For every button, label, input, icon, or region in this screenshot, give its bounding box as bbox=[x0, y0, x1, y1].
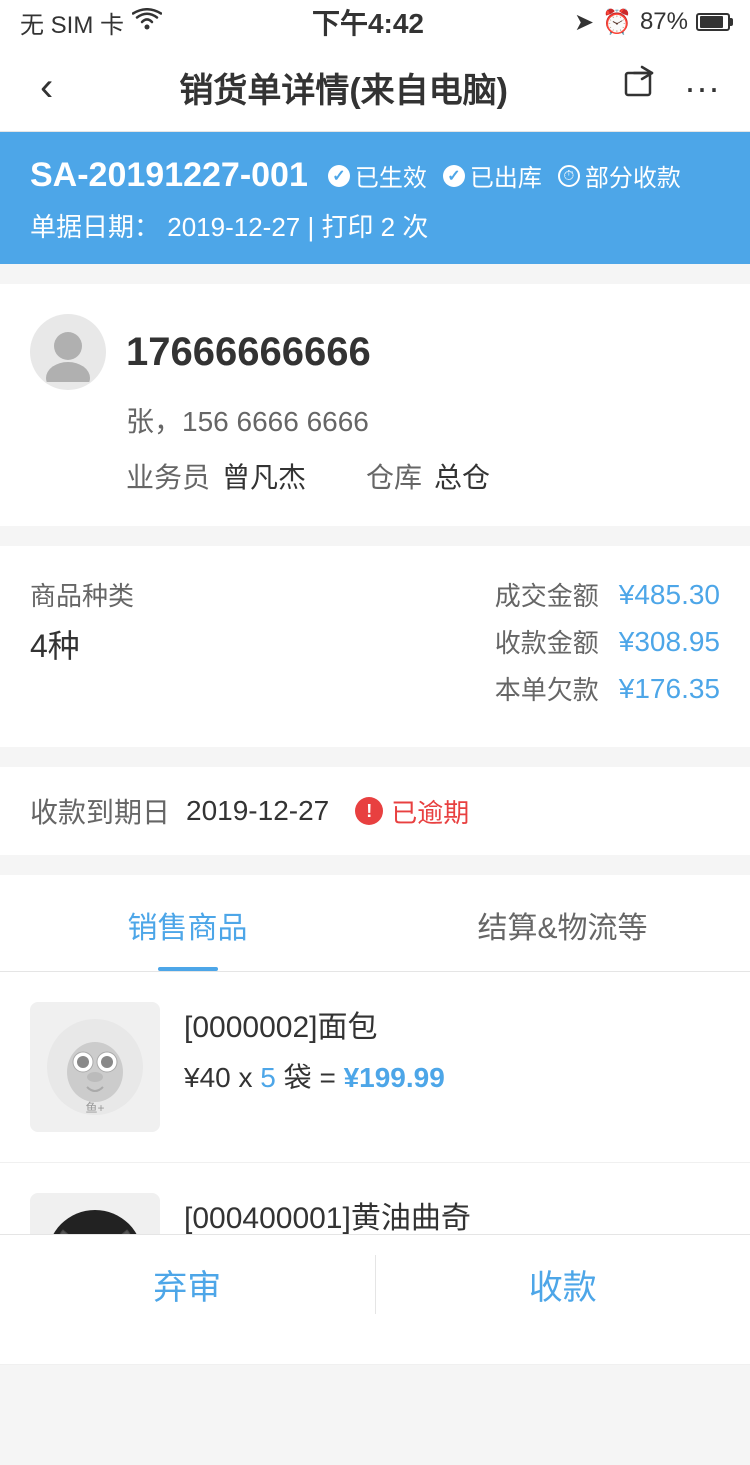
confirm-button[interactable]: 收款 bbox=[376, 1235, 750, 1334]
banner-row1: SA-20191227-001 ✓ 已生效 ✓ 已出库 ⏱ 部分收款 bbox=[30, 156, 720, 195]
collection-label: 收款金额 bbox=[495, 623, 599, 660]
table-row: 鱼+ [0000002]面包 ¥40 x 5 袋 = ¥199.99 bbox=[0, 972, 750, 1163]
due-date: 2019-12-27 bbox=[186, 795, 329, 827]
warehouse-label: 仓库 bbox=[366, 456, 422, 496]
tab-settlement-logistics[interactable]: 结算&物流等 bbox=[375, 875, 750, 971]
customer-id: 17666666666 bbox=[126, 330, 371, 375]
product-info-1: [0000002]面包 ¥40 x 5 袋 = ¥199.99 bbox=[184, 1002, 720, 1096]
customer-name: 张，156 6666 6666 bbox=[126, 400, 720, 440]
customer-row1: 17666666666 bbox=[30, 314, 720, 390]
check-icon-shipped: ✓ bbox=[443, 165, 465, 187]
order-date: 2019-12-27 bbox=[167, 212, 300, 242]
product-qty-1: 5 bbox=[260, 1062, 276, 1093]
product-total-1: ¥199.99 bbox=[344, 1062, 445, 1093]
clock-icon: ⏱ bbox=[558, 165, 580, 187]
status-left: 无 SIM 卡 bbox=[20, 5, 162, 40]
sales-label: 业务员 bbox=[126, 456, 210, 496]
warehouse-value: 总仓 bbox=[434, 456, 490, 496]
overdue-badge: ! 已逾期 bbox=[355, 793, 469, 830]
customer-section: 17666666666 张，156 6666 6666 业务员 曾凡杰 仓库 总… bbox=[0, 284, 750, 526]
product-type-value: 4种 bbox=[30, 621, 134, 667]
nav-actions: ··· bbox=[624, 65, 720, 110]
status-badge-active: ✓ 已生效 bbox=[328, 158, 427, 193]
stats-right: 成交金额 ¥485.30 收款金额 ¥308.95 本单欠款 ¥176.35 bbox=[495, 576, 720, 717]
amount-label: 成交金额 bbox=[495, 576, 599, 613]
wifi-icon bbox=[132, 8, 162, 37]
stat-collection: 收款金额 ¥308.95 bbox=[495, 623, 720, 660]
tab-sales-products[interactable]: 销售商品 bbox=[0, 875, 375, 971]
bottom-bar: 弃审 收款 bbox=[0, 1234, 750, 1334]
more-icon[interactable]: ··· bbox=[684, 67, 720, 109]
meta-warehouse: 仓库 总仓 bbox=[366, 456, 490, 496]
date-label: 单据日期： bbox=[30, 212, 160, 242]
order-id: SA-20191227-001 bbox=[30, 156, 308, 195]
cancel-button[interactable]: 弃审 bbox=[0, 1235, 375, 1334]
stat-debt: 本单欠款 ¥176.35 bbox=[495, 670, 720, 707]
battery-text: 87% bbox=[640, 8, 688, 36]
status-right: ➤ ⏰ 87% bbox=[574, 8, 730, 37]
debt-value: ¥176.35 bbox=[619, 673, 720, 705]
stats-section: 商品种类 4种 成交金额 ¥485.30 收款金额 ¥308.95 本单欠款 ¥… bbox=[0, 546, 750, 747]
meta-sales: 业务员 曾凡杰 bbox=[126, 456, 306, 496]
back-button[interactable]: ‹ bbox=[30, 55, 63, 120]
svg-text:鱼+: 鱼+ bbox=[85, 1101, 104, 1115]
avatar bbox=[30, 314, 106, 390]
tabs-section: 销售商品 结算&物流等 bbox=[0, 875, 750, 972]
customer-meta: 业务员 曾凡杰 仓库 总仓 bbox=[126, 456, 720, 496]
carrier-text: 无 SIM 卡 bbox=[20, 5, 124, 40]
product-price-1: ¥40 bbox=[184, 1062, 231, 1093]
header-banner: SA-20191227-001 ✓ 已生效 ✓ 已出库 ⏱ 部分收款 单据日期：… bbox=[0, 132, 750, 264]
overdue-text: 已逾期 bbox=[391, 793, 469, 830]
check-icon-active: ✓ bbox=[328, 165, 350, 187]
sales-value: 曾凡杰 bbox=[222, 456, 306, 496]
amount-value: ¥485.30 bbox=[619, 579, 720, 611]
due-section: 收款到期日 2019-12-27 ! 已逾期 bbox=[0, 767, 750, 855]
collection-value: ¥308.95 bbox=[619, 626, 720, 658]
stats-left: 商品种类 4种 bbox=[30, 576, 134, 667]
location-icon: ➤ bbox=[574, 8, 594, 37]
alarm-icon: ⏰ bbox=[602, 8, 632, 37]
battery-icon bbox=[696, 13, 730, 31]
status-time: 下午4:42 bbox=[312, 2, 424, 42]
debt-label: 本单欠款 bbox=[495, 670, 599, 707]
page-title: 销货单详情(来自电脑) bbox=[179, 63, 508, 112]
product-name-2: [000400001]黄油曲奇 bbox=[184, 1193, 720, 1237]
status-badge-partial: ⏱ 部分收款 bbox=[558, 158, 681, 193]
product-type-label: 商品种类 bbox=[30, 576, 134, 613]
share-icon[interactable] bbox=[624, 65, 660, 110]
banner-date-row: 单据日期： 2019-12-27 | 打印 2 次 bbox=[30, 207, 720, 244]
status-bar: 无 SIM 卡 下午4:42 ➤ ⏰ 87% bbox=[0, 0, 750, 44]
product-thumbnail-1: 鱼+ bbox=[30, 1002, 160, 1132]
due-label: 收款到期日 bbox=[30, 791, 170, 831]
product-unit-1: 袋 bbox=[284, 1062, 312, 1093]
status-badges: ✓ 已生效 ✓ 已出库 ⏱ 部分收款 bbox=[328, 158, 681, 193]
overdue-icon: ! bbox=[355, 797, 383, 825]
product-name-1: [0000002]面包 bbox=[184, 1002, 720, 1046]
status-badge-shipped: ✓ 已出库 bbox=[443, 158, 542, 193]
nav-bar: ‹ 销货单详情(来自电脑) ··· bbox=[0, 44, 750, 132]
product-price-row-1: ¥40 x 5 袋 = ¥199.99 bbox=[184, 1056, 720, 1096]
stat-amount: 成交金额 ¥485.30 bbox=[495, 576, 720, 613]
print-info: | 打印 2 次 bbox=[307, 212, 428, 242]
